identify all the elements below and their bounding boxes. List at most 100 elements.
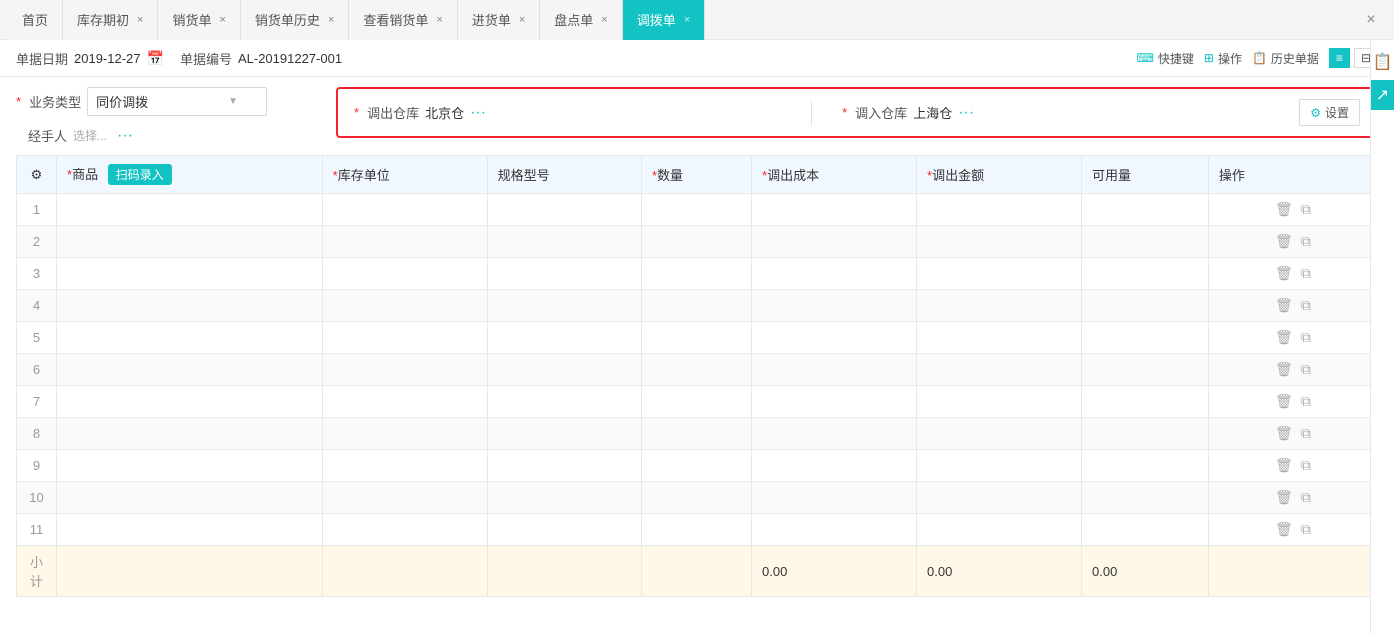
row-available[interactable] <box>1082 386 1209 418</box>
close-inventory-check[interactable]: × <box>601 14 607 26</box>
row-amount[interactable] <box>917 450 1082 482</box>
row-amount[interactable] <box>917 354 1082 386</box>
row-qty[interactable] <box>641 194 751 226</box>
sidebar-list-icon[interactable]: 📋 <box>1369 48 1394 76</box>
row-unit[interactable] <box>322 194 487 226</box>
row-product[interactable] <box>57 418 323 450</box>
row-available[interactable] <box>1082 258 1209 290</box>
close-purchase[interactable]: × <box>519 14 525 26</box>
row-product[interactable] <box>57 482 323 514</box>
row-spec[interactable] <box>487 450 641 482</box>
delete-icon[interactable]: 🗑 <box>1275 265 1293 282</box>
row-qty[interactable] <box>641 226 751 258</box>
row-spec[interactable] <box>487 226 641 258</box>
row-product[interactable] <box>57 354 323 386</box>
close-inventory-init[interactable]: × <box>137 14 143 26</box>
copy-icon[interactable]: ⧉ <box>1301 489 1311 506</box>
shortcuts-btn[interactable]: ⌨ 快捷键 <box>1137 50 1194 67</box>
tab-home[interactable]: 首页 <box>8 0 63 40</box>
copy-icon[interactable]: ⧉ <box>1301 425 1311 442</box>
copy-icon[interactable]: ⧉ <box>1301 393 1311 410</box>
delete-icon[interactable]: 🗑 <box>1275 521 1293 538</box>
row-qty[interactable] <box>641 418 751 450</box>
row-available[interactable] <box>1082 450 1209 482</box>
row-qty[interactable] <box>641 354 751 386</box>
row-cost[interactable] <box>752 354 917 386</box>
tab-inventory-init[interactable]: 库存期初 × <box>63 0 158 40</box>
row-product[interactable] <box>57 194 323 226</box>
row-cost[interactable] <box>752 226 917 258</box>
handler-more-icon[interactable]: ··· <box>117 127 133 145</box>
warehouse-in-more-icon[interactable]: ··· <box>958 104 974 122</box>
row-available[interactable] <box>1082 226 1209 258</box>
row-spec[interactable] <box>487 482 641 514</box>
row-cost[interactable] <box>752 482 917 514</box>
delete-icon[interactable]: 🗑 <box>1275 393 1293 410</box>
row-spec[interactable] <box>487 290 641 322</box>
row-product[interactable] <box>57 226 323 258</box>
row-product[interactable] <box>57 514 323 546</box>
row-amount[interactable] <box>917 386 1082 418</box>
list-view-btn[interactable]: ≡ <box>1329 48 1350 68</box>
copy-icon[interactable]: ⧉ <box>1301 265 1311 282</box>
tab-inventory-check[interactable]: 盘点单 × <box>540 0 622 40</box>
row-product[interactable] <box>57 322 323 354</box>
row-amount[interactable] <box>917 194 1082 226</box>
warehouse-out-more-icon[interactable]: ··· <box>470 104 486 122</box>
delete-icon[interactable]: 🗑 <box>1275 297 1293 314</box>
row-qty[interactable] <box>641 450 751 482</box>
delete-icon[interactable]: 🗑 <box>1275 489 1293 506</box>
tab-transfer[interactable]: 调拨单 × <box>623 0 705 40</box>
row-cost[interactable] <box>752 290 917 322</box>
row-product[interactable] <box>57 290 323 322</box>
operations-btn[interactable]: ⊞ 操作 <box>1204 50 1242 67</box>
row-unit[interactable] <box>322 450 487 482</box>
delete-icon[interactable]: 🗑 <box>1275 425 1293 442</box>
row-unit[interactable] <box>322 322 487 354</box>
row-qty[interactable] <box>641 290 751 322</box>
row-product[interactable] <box>57 386 323 418</box>
row-spec[interactable] <box>487 514 641 546</box>
row-cost[interactable] <box>752 322 917 354</box>
handler-input[interactable]: 选择... <box>73 127 107 144</box>
copy-icon[interactable]: ⧉ <box>1301 201 1311 218</box>
settings-button[interactable]: ⚙ 设置 <box>1299 99 1360 126</box>
tab-sales-order[interactable]: 销货单 × <box>158 0 240 40</box>
history-btn[interactable]: 📋 历史单据 <box>1252 50 1319 67</box>
row-unit[interactable] <box>322 418 487 450</box>
row-unit[interactable] <box>322 514 487 546</box>
tab-view-sales[interactable]: 查看销货单 × <box>349 0 457 40</box>
row-cost[interactable] <box>752 418 917 450</box>
delete-icon[interactable]: 🗑 <box>1275 329 1293 346</box>
row-qty[interactable] <box>641 514 751 546</box>
row-cost[interactable] <box>752 514 917 546</box>
row-available[interactable] <box>1082 194 1209 226</box>
close-sales-history[interactable]: × <box>328 14 334 26</box>
row-amount[interactable] <box>917 290 1082 322</box>
row-spec[interactable] <box>487 354 641 386</box>
delete-icon[interactable]: 🗑 <box>1275 201 1293 218</box>
tab-purchase[interactable]: 进货单 × <box>458 0 540 40</box>
sidebar-export-icon[interactable]: ↗ <box>1371 80 1394 110</box>
row-unit[interactable] <box>322 290 487 322</box>
row-cost[interactable] <box>752 450 917 482</box>
row-spec[interactable] <box>487 194 641 226</box>
row-unit[interactable] <box>322 482 487 514</box>
row-spec[interactable] <box>487 258 641 290</box>
row-available[interactable] <box>1082 322 1209 354</box>
copy-icon[interactable]: ⧉ <box>1301 329 1311 346</box>
tab-sales-history[interactable]: 销货单历史 × <box>241 0 349 40</box>
row-product[interactable] <box>57 258 323 290</box>
copy-icon[interactable]: ⧉ <box>1301 233 1311 250</box>
row-available[interactable] <box>1082 482 1209 514</box>
scan-button[interactable]: 扫码录入 <box>108 164 172 185</box>
close-transfer[interactable]: × <box>684 14 690 26</box>
row-qty[interactable] <box>641 258 751 290</box>
calendar-icon[interactable]: 📅 <box>147 50 164 67</box>
close-all-tabs[interactable]: × <box>1356 0 1386 40</box>
row-available[interactable] <box>1082 290 1209 322</box>
row-unit[interactable] <box>322 386 487 418</box>
row-unit[interactable] <box>322 258 487 290</box>
row-unit[interactable] <box>322 226 487 258</box>
row-spec[interactable] <box>487 386 641 418</box>
